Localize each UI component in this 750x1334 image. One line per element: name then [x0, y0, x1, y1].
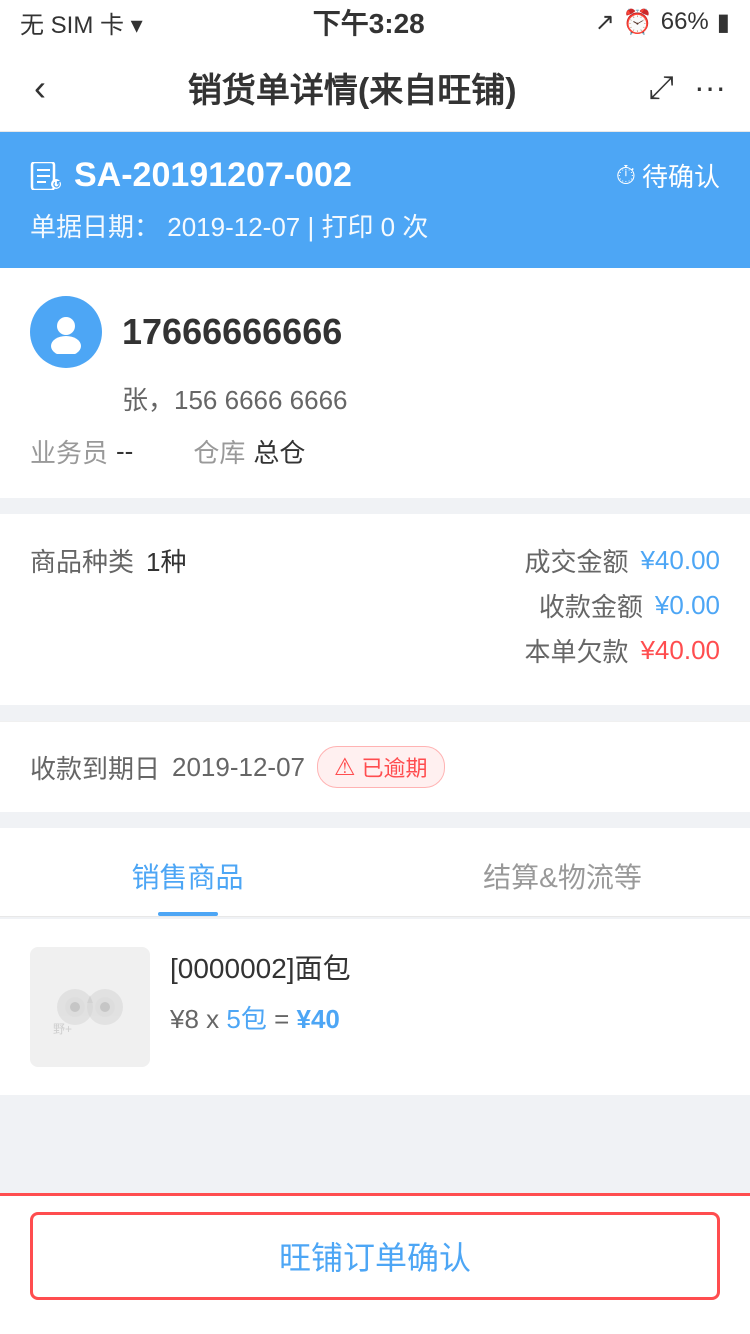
overdue-badge: ⚠ 已逾期 — [317, 746, 445, 788]
location-icon: ↗ — [595, 8, 615, 37]
nav-bar: ‹ 销货单详情(来自旺铺) ⤢ ··· — [0, 44, 750, 132]
amount-summary: 成交金额 ¥40.00 收款金额 ¥0.00 本单欠款 ¥40.00 — [524, 542, 720, 677]
confirm-order-button[interactable]: 旺铺订单确认 — [30, 1212, 720, 1300]
status-left: 无 SIM 卡 ▾ — [20, 5, 143, 40]
back-button[interactable]: ‹ — [24, 57, 56, 119]
clock-icon: ⏱ — [616, 160, 636, 192]
product-info: [0000002]面包 ¥8 x 5包 = ¥40 — [170, 947, 720, 1036]
bottom-bar: 旺铺订单确认 — [0, 1193, 750, 1334]
customer-phone: 17666666666 — [122, 311, 342, 353]
product-name: [0000002]面包 — [170, 947, 720, 987]
warehouse-field: 仓库 总仓 — [193, 433, 305, 470]
tabs: 销售商品 结算&物流等 — [0, 828, 750, 917]
received-row: 收款金额 ¥0.00 — [524, 587, 720, 624]
tab-sales-products[interactable]: 销售商品 — [0, 828, 375, 916]
order-icon: ↺ — [30, 162, 62, 190]
product-section: 野+ [0000002]面包 ¥8 x 5包 = ¥40 — [0, 919, 750, 1095]
svg-text:野+: 野+ — [53, 1022, 72, 1036]
warning-icon: ⚠ — [334, 753, 356, 782]
svg-text:↺: ↺ — [53, 180, 61, 190]
battery-icon: ▮ — [717, 8, 730, 37]
salesperson-field: 业务员 -- — [30, 433, 133, 470]
customer-section: 17666666666 张，156 6666 6666 业务员 -- 仓库 总仓 — [0, 268, 750, 498]
status-bar: 无 SIM 卡 ▾ 下午3:28 ↗ ⏰ 66% ▮ — [0, 0, 750, 44]
due-date-section: 收款到期日 2019-12-07 ⚠ 已逾期 — [0, 721, 750, 812]
user-icon — [44, 310, 88, 354]
summary-section: 商品种类 1种 成交金额 ¥40.00 收款金额 ¥0.00 本单欠款 ¥40.… — [0, 514, 750, 705]
due-date-value: 2019-12-07 — [172, 752, 305, 783]
due-label: 收款到期日 — [30, 749, 160, 786]
product-price: ¥8 x 5包 = ¥40 — [170, 999, 720, 1036]
order-status: ⏱ 待确认 — [616, 157, 720, 194]
alarm-icon: ⏰ — [623, 8, 653, 37]
order-header-card: ↺ SA-20191207-002 ⏱ 待确认 单据日期： 2019-12-07… — [0, 132, 750, 268]
owed-row: 本单欠款 ¥40.00 — [524, 632, 720, 669]
order-date: 单据日期： 2019-12-07 | 打印 0 次 — [30, 207, 720, 244]
order-number: ↺ SA-20191207-002 — [30, 156, 352, 195]
product-thumbnail: 野+ — [30, 947, 150, 1067]
product-item: 野+ [0000002]面包 ¥8 x 5包 = ¥40 — [30, 947, 720, 1067]
customer-name: 张，156 6666 6666 — [30, 380, 720, 417]
tab-settlement[interactable]: 结算&物流等 — [375, 828, 750, 916]
battery-status: 66% — [661, 8, 709, 36]
product-image: 野+ — [45, 977, 135, 1037]
status-right: ↗ ⏰ 66% ▮ — [595, 8, 730, 37]
status-time: 下午3:28 — [313, 2, 425, 42]
customer-meta: 业务员 -- 仓库 总仓 — [30, 433, 720, 470]
share-button[interactable]: ⤢ — [648, 69, 674, 107]
sim-status: 无 SIM 卡 ▾ — [20, 5, 143, 40]
page-title: 销货单详情(来自旺铺) — [56, 63, 648, 112]
avatar — [30, 296, 102, 368]
nav-actions: ⤢ ··· — [648, 69, 726, 107]
more-button[interactable]: ··· — [694, 69, 726, 106]
amount-row: 成交金额 ¥40.00 — [524, 542, 720, 579]
product-type-field: 商品种类 1种 — [30, 542, 186, 579]
